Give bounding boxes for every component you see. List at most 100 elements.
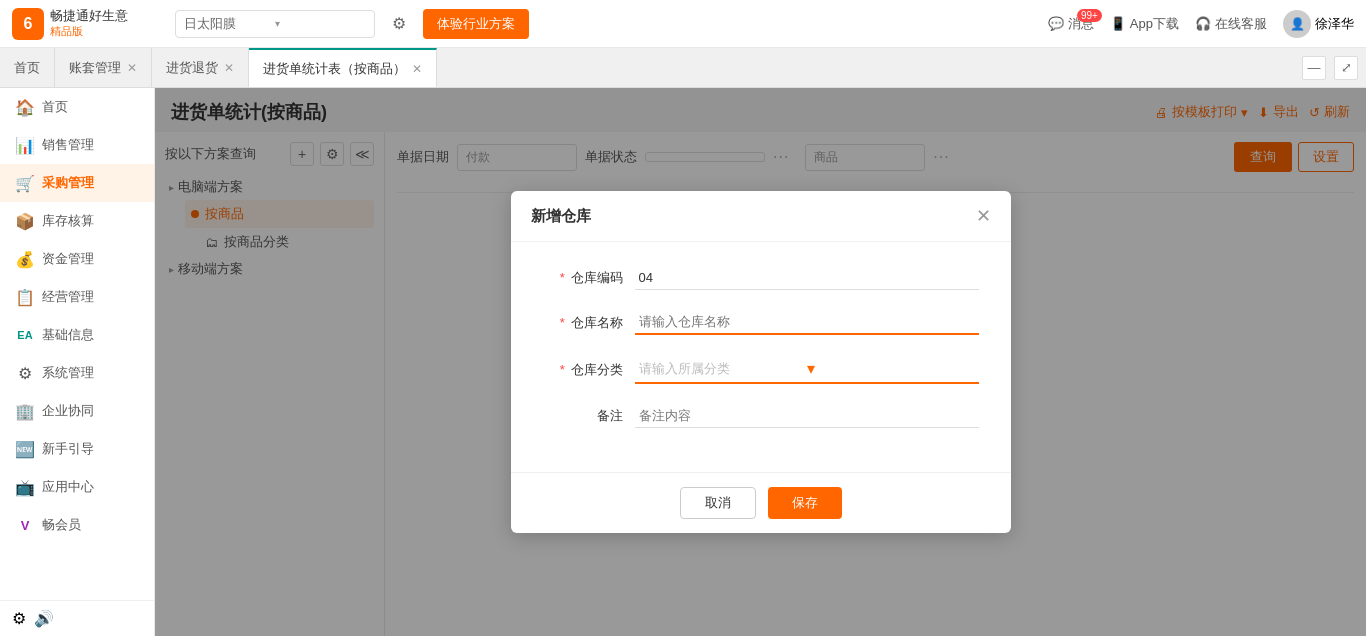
header-right: 💬 消息 99+ 📱 App下载 🎧 在线客服 👤 徐泽华 [1048, 10, 1354, 38]
tab-home-label: 首页 [14, 59, 40, 77]
sidebar-item-capital-label: 资金管理 [42, 250, 94, 268]
online-service-item[interactable]: 🎧 在线客服 [1195, 15, 1267, 33]
modal-header: 新增仓库 ✕ [511, 191, 1011, 242]
form-row-code: * 仓库编码 [543, 266, 979, 290]
tab-accounts[interactable]: 账套管理 ✕ [55, 48, 152, 87]
sidebar-item-apps[interactable]: 📺 应用中心 [0, 468, 154, 506]
tab-minimize-button[interactable]: — [1302, 56, 1326, 80]
name-input[interactable] [635, 310, 979, 335]
trial-button[interactable]: 体验行业方案 [423, 9, 529, 39]
main-layout: 🏠 首页 📊 销售管理 🛒 采购管理 📦 库存核算 💰 资金管理 📋 经营管理 … [0, 88, 1366, 636]
sidebar-item-guide-label: 新手引导 [42, 440, 94, 458]
sidebar-item-home-label: 首页 [42, 98, 68, 116]
top-header: 6 畅捷通好生意 精品版 日太阳膜 ▾ ⚙ 体验行业方案 💬 消息 99+ 📱 … [0, 0, 1366, 48]
tab-purchase-stats[interactable]: 进货单统计表（按商品） ✕ [249, 48, 437, 87]
sidebar-item-inventory[interactable]: 📦 库存核算 [0, 202, 154, 240]
required-mark-code: * [560, 270, 565, 285]
category-select[interactable]: 请输入所属分类 ▾ [635, 355, 979, 384]
sidebar-item-sales[interactable]: 📊 销售管理 [0, 126, 154, 164]
form-row-remark: 备注 [543, 404, 979, 428]
app-label: App下载 [1130, 15, 1179, 33]
modal-body: * 仓库编码 * 仓库名称 [511, 242, 1011, 472]
sidebar-item-basic[interactable]: EA 基础信息 [0, 316, 154, 354]
sidebar-item-apps-label: 应用中心 [42, 478, 94, 496]
sidebar-item-purchase[interactable]: 🛒 采购管理 [0, 164, 154, 202]
sidebar-item-operations[interactable]: 📋 经营管理 [0, 278, 154, 316]
settings-button[interactable]: ⚙ [383, 8, 415, 40]
notification-badge: 99+ [1077, 9, 1102, 22]
inventory-icon: 📦 [16, 212, 34, 230]
notification-icon: 💬 [1048, 16, 1064, 31]
tab-bar-end: — ⤢ [1302, 48, 1366, 87]
tab-bar: 首页 账套管理 ✕ 进货退货 ✕ 进货单统计表（按商品） ✕ — ⤢ [0, 48, 1366, 88]
sidebar-item-inventory-label: 库存核算 [42, 212, 94, 230]
tab-home[interactable]: 首页 [0, 48, 55, 87]
modal-title: 新增仓库 [531, 207, 976, 226]
system-icon: ⚙ [16, 364, 34, 382]
form-row-name: * 仓库名称 [543, 310, 979, 335]
settings-bottom-icon[interactable]: ⚙ [12, 609, 26, 628]
sidebar-item-operations-label: 经营管理 [42, 288, 94, 306]
app-icon: 📱 [1110, 16, 1126, 31]
remark-input[interactable] [635, 404, 979, 428]
member-icon: V [16, 516, 34, 534]
sidebar-item-sales-label: 销售管理 [42, 136, 94, 154]
modal-overlay: 新增仓库 ✕ * 仓库编码 * [155, 88, 1366, 636]
sidebar-item-capital[interactable]: 💰 资金管理 [0, 240, 154, 278]
sidebar-item-guide[interactable]: 🆕 新手引导 [0, 430, 154, 468]
name-label: * 仓库名称 [543, 314, 623, 332]
tab-purchase-return-label: 进货退货 [166, 59, 218, 77]
sidebar-item-basic-label: 基础信息 [42, 326, 94, 344]
modal-add-warehouse: 新增仓库 ✕ * 仓库编码 * [511, 191, 1011, 533]
avatar: 👤 [1283, 10, 1311, 38]
user-name: 徐泽华 [1315, 15, 1354, 33]
required-mark-category: * [560, 362, 565, 377]
sidebar-item-purchase-label: 采购管理 [42, 174, 94, 192]
logo-area: 6 畅捷通好生意 精品版 [12, 8, 167, 40]
modal-close-button[interactable]: ✕ [976, 205, 991, 227]
sidebar-item-home[interactable]: 🏠 首页 [0, 88, 154, 126]
content-area: 进货单统计(按商品) 🖨 按模板打印 ▾ ⬇ 导出 ↺ 刷新 [155, 88, 1366, 636]
operations-icon: 📋 [16, 288, 34, 306]
enterprise-icon: 🏢 [16, 402, 34, 420]
tab-accounts-close-icon[interactable]: ✕ [127, 61, 137, 75]
sidebar-item-member-label: 畅会员 [42, 516, 81, 534]
basic-icon: EA [16, 326, 34, 344]
apps-icon: 📺 [16, 478, 34, 496]
capital-icon: 💰 [16, 250, 34, 268]
remark-label: 备注 [543, 407, 623, 425]
tab-expand-button[interactable]: ⤢ [1334, 56, 1358, 80]
purchase-icon: 🛒 [16, 174, 34, 192]
cancel-button[interactable]: 取消 [680, 487, 756, 519]
required-mark-name: * [560, 315, 565, 330]
header-search: 日太阳膜 ▾ ⚙ 体验行业方案 [175, 8, 1048, 40]
volume-icon[interactable]: 🔊 [34, 609, 54, 628]
sidebar-item-system-label: 系统管理 [42, 364, 94, 382]
logo-text: 畅捷通好生意 [50, 8, 128, 25]
search-value: 日太阳膜 [184, 15, 275, 33]
tab-purchase-return[interactable]: 进货退货 ✕ [152, 48, 249, 87]
guide-icon: 🆕 [16, 440, 34, 458]
tab-accounts-label: 账套管理 [69, 59, 121, 77]
service-label: 在线客服 [1215, 15, 1267, 33]
code-input[interactable] [635, 266, 979, 290]
sidebar-item-enterprise-label: 企业协同 [42, 402, 94, 420]
app-download-item[interactable]: 📱 App下载 [1110, 15, 1179, 33]
search-input-box[interactable]: 日太阳膜 ▾ [175, 10, 375, 38]
sidebar: 🏠 首页 📊 销售管理 🛒 采购管理 📦 库存核算 💰 资金管理 📋 经营管理 … [0, 88, 155, 636]
notification-item[interactable]: 💬 消息 99+ [1048, 15, 1094, 33]
sidebar-item-system[interactable]: ⚙ 系统管理 [0, 354, 154, 392]
headset-icon: 🎧 [1195, 16, 1211, 31]
sales-icon: 📊 [16, 136, 34, 154]
search-arrow-icon: ▾ [275, 18, 366, 29]
tab-purchase-stats-close-icon[interactable]: ✕ [412, 62, 422, 76]
tab-purchase-return-close-icon[interactable]: ✕ [224, 61, 234, 75]
modal-footer: 取消 保存 [511, 472, 1011, 533]
sidebar-item-member[interactable]: V 畅会员 [0, 506, 154, 544]
sidebar-bottom: ⚙ 🔊 [0, 600, 154, 636]
save-button[interactable]: 保存 [768, 487, 842, 519]
sidebar-item-enterprise[interactable]: 🏢 企业协同 [0, 392, 154, 430]
logo-icon: 6 [12, 8, 44, 40]
user-area[interactable]: 👤 徐泽华 [1283, 10, 1354, 38]
home-icon: 🏠 [16, 98, 34, 116]
